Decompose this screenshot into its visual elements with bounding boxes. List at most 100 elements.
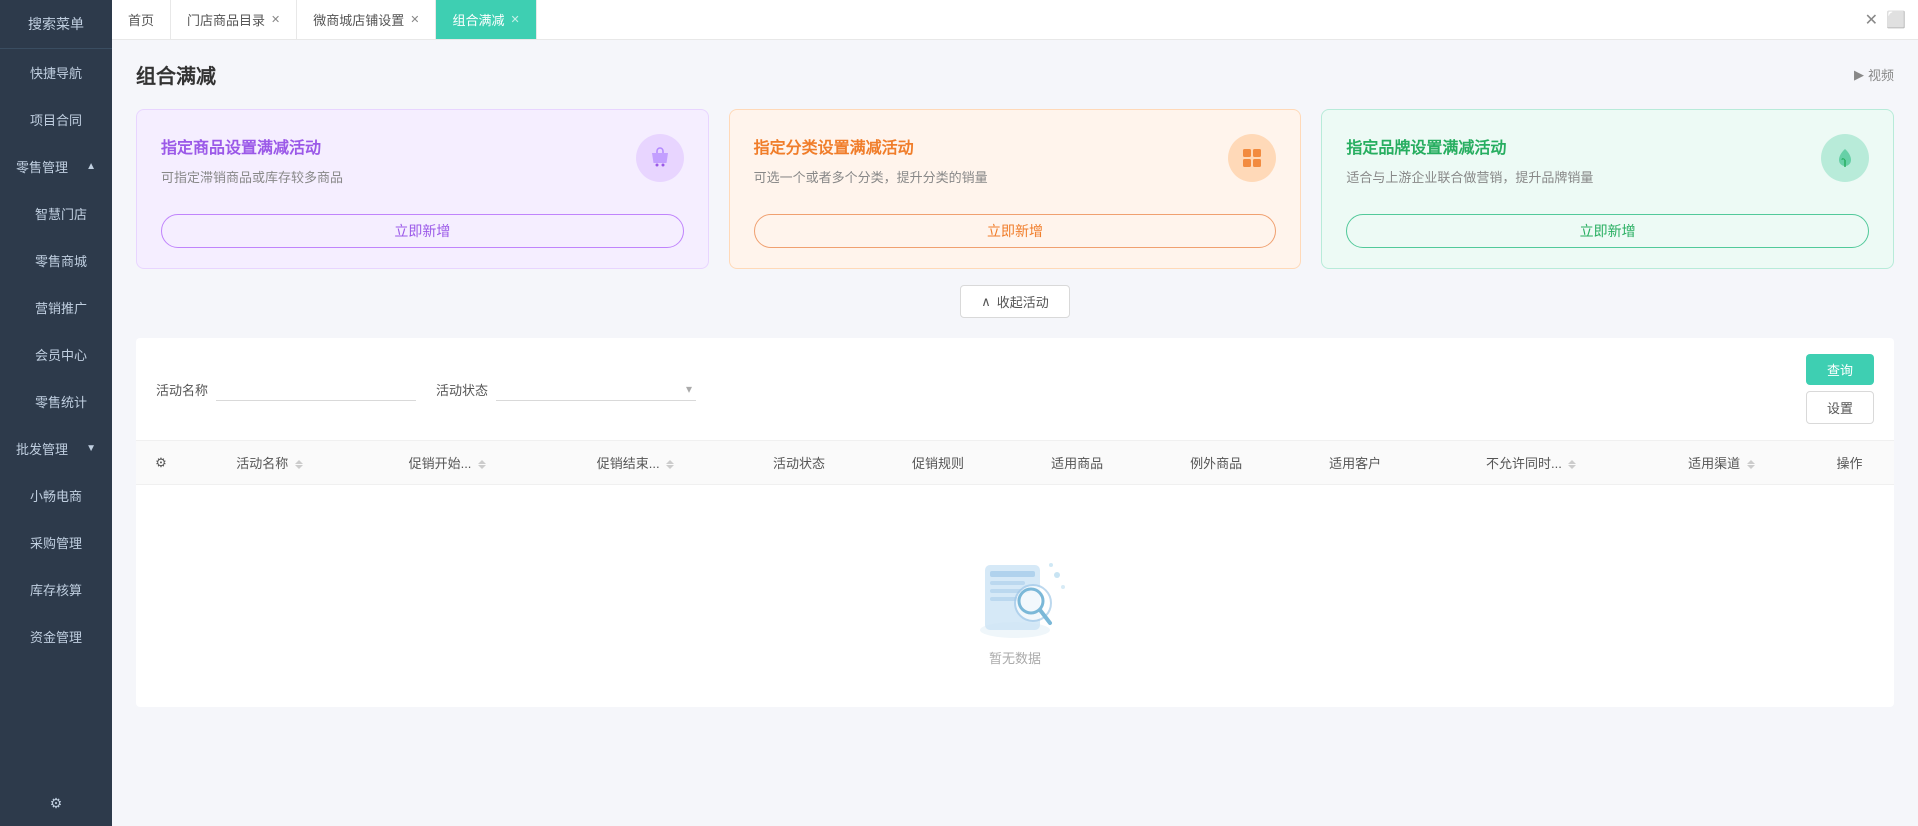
gear-icon: ⚙: [50, 795, 63, 811]
category-card-icon: [1228, 134, 1276, 182]
sidebar-item-retail-stats[interactable]: 零售统计: [0, 378, 112, 425]
tab-wechat-shop[interactable]: 微商城店铺设置 ✕: [297, 0, 436, 39]
brand-promo-card: 指定品牌设置满减活动 适合与上游企业联合做营销，提升品牌销量 立即新增: [1321, 109, 1894, 269]
sidebar-item-label: 采购管理: [30, 533, 82, 552]
product-card-desc: 可指定滞销商品或库存较多商品: [161, 168, 684, 198]
page-title: 组合满减: [136, 60, 216, 89]
tab-label: 门店商品目录: [187, 10, 265, 29]
col-end[interactable]: 促销结束...: [541, 441, 729, 485]
sidebar-item-xiaochangec[interactable]: 小畅电商: [0, 472, 112, 519]
col-no-overlap[interactable]: 不允许同时...: [1425, 441, 1638, 485]
brand-card-title: 指定品牌设置满减活动: [1346, 134, 1869, 158]
chevron-down-icon: ▼: [86, 443, 96, 454]
sort-icon: [1747, 460, 1755, 469]
sidebar-item-inventory-check[interactable]: 库存核算: [0, 566, 112, 613]
sidebar-item-wholesale-mgmt[interactable]: 批发管理 ▼: [0, 425, 112, 472]
col-name[interactable]: 活动名称: [186, 441, 353, 485]
sidebar-item-label: 资金管理: [30, 627, 82, 646]
tab-label: 首页: [128, 10, 154, 29]
status-select-wrapper: 进行中 已结束 未开始 ▾: [496, 377, 696, 401]
category-card-title: 指定分类设置满减活动: [754, 134, 1277, 158]
col-channel[interactable]: 适用渠道: [1638, 441, 1805, 485]
tab-home[interactable]: 首页: [112, 0, 171, 39]
name-filter: 活动名称: [156, 377, 416, 401]
tabbar: 首页 门店商品目录 ✕ 微商城店铺设置 ✕ 组合满减 ✕ ✕ ⬜: [112, 0, 1918, 40]
tab-combo-discount[interactable]: 组合满减 ✕: [436, 0, 536, 39]
tab-store-catalog[interactable]: 门店商品目录 ✕: [171, 0, 297, 39]
col-customer: 适用客户: [1286, 441, 1425, 485]
collapse-label: 收起活动: [997, 292, 1049, 311]
sidebar-item-label: 项目合同: [30, 110, 82, 129]
category-card-desc: 可选一个或者多个分类，提升分类的销量: [754, 168, 1277, 198]
collapse-activities-btn[interactable]: ∧ 收起活动: [960, 285, 1070, 318]
tab-label: 微商城店铺设置: [313, 10, 404, 29]
sidebar-search[interactable]: 搜索菜单: [0, 0, 112, 49]
status-filter-label: 活动状态: [436, 380, 488, 399]
sidebar-item-finance-mgmt[interactable]: 资金管理: [0, 613, 112, 660]
col-settings[interactable]: ⚙: [136, 441, 186, 485]
sidebar-item-label: 批发管理: [16, 439, 68, 458]
promo-cards: 指定商品设置满减活动 可指定滞销商品或库存较多商品 立即新增 指定分类设置满减活…: [136, 109, 1894, 269]
sort-icon: [295, 460, 303, 469]
empty-illustration: [955, 545, 1075, 645]
sidebar-item-label: 零售商城: [35, 251, 87, 270]
col-rule: 促销规则: [869, 441, 1008, 485]
name-filter-input[interactable]: [216, 377, 416, 401]
sidebar-item-label: 会员中心: [35, 345, 87, 364]
sidebar-item-smart-store[interactable]: 智慧门店: [0, 190, 112, 237]
sidebar-item-label: 库存核算: [30, 580, 82, 599]
sidebar-item-label: 零售统计: [35, 392, 87, 411]
sidebar-item-label: 营销推广: [35, 298, 87, 317]
chevron-up-icon: ▲: [86, 161, 96, 172]
data-table: ⚙ 活动名称 促销开始...: [136, 441, 1894, 707]
settings-button[interactable]: 设置: [1806, 391, 1874, 424]
col-action: 操作: [1805, 441, 1894, 485]
brand-card-add-btn[interactable]: 立即新增: [1346, 214, 1869, 248]
sidebar-item-label: 快捷导航: [30, 63, 82, 82]
tab-close-icon[interactable]: ✕: [511, 13, 520, 26]
tab-close-icon[interactable]: ✕: [271, 13, 280, 26]
sidebar-item-label: 小畅电商: [30, 486, 82, 505]
sidebar-item-member-center[interactable]: 会员中心: [0, 331, 112, 378]
sidebar: 搜索菜单 快捷导航 项目合同 零售管理 ▲ 智慧门店 零售商城 营销推广 会员中…: [0, 0, 112, 826]
status-filter: 活动状态 进行中 已结束 未开始 ▾: [436, 377, 696, 401]
tab-close-icon[interactable]: ✕: [410, 13, 419, 26]
empty-text: 暂无数据: [156, 648, 1874, 667]
collapse-bar: ∧ 收起活动: [136, 285, 1894, 318]
sidebar-settings[interactable]: ⚙: [0, 781, 112, 826]
sidebar-item-purchase-mgmt[interactable]: 采购管理: [0, 519, 112, 566]
tab-label: 组合满减: [452, 10, 504, 29]
sidebar-item-project-contract[interactable]: 项目合同: [0, 96, 112, 143]
tabbar-controls: ✕ ⬜: [1853, 0, 1918, 39]
col-status: 活动状态: [730, 441, 869, 485]
col-goods: 适用商品: [1008, 441, 1147, 485]
product-card-icon: [636, 134, 684, 182]
query-button[interactable]: 查询: [1806, 354, 1874, 385]
data-table-wrapper: ⚙ 活动名称 促销开始...: [136, 441, 1894, 707]
product-card-add-btn[interactable]: 立即新增: [161, 214, 684, 248]
collapse-icon: ∧: [981, 294, 991, 310]
table-empty-row: 暂无数据: [136, 485, 1894, 708]
sidebar-item-retail-mall[interactable]: 零售商城: [0, 237, 112, 284]
maximize-window-icon[interactable]: ⬜: [1886, 10, 1906, 30]
brand-card-icon: [1821, 134, 1869, 182]
close-window-icon[interactable]: ✕: [1865, 10, 1878, 30]
sidebar-item-quick-nav[interactable]: 快捷导航: [0, 49, 112, 96]
play-icon: ▶: [1854, 67, 1864, 83]
video-link[interactable]: ▶ 视频: [1854, 65, 1894, 84]
empty-state: 暂无数据: [136, 485, 1894, 707]
page-header: 组合满减 ▶ 视频: [136, 60, 1894, 89]
sidebar-item-retail-mgmt[interactable]: 零售管理 ▲: [0, 143, 112, 190]
sidebar-item-marketing[interactable]: 营销推广: [0, 284, 112, 331]
status-filter-select[interactable]: 进行中 已结束 未开始: [496, 377, 696, 401]
main-area: 首页 门店商品目录 ✕ 微商城店铺设置 ✕ 组合满减 ✕ ✕ ⬜ 组合满减 ▶ …: [112, 0, 1918, 826]
name-filter-label: 活动名称: [156, 380, 208, 399]
category-card-add-btn[interactable]: 立即新增: [754, 214, 1277, 248]
col-start[interactable]: 促销开始...: [353, 441, 541, 485]
filter-row: 活动名称 活动状态 进行中 已结束 未开始 ▾ 查询 设置: [136, 338, 1894, 441]
sort-icon: [666, 460, 674, 469]
col-exclude: 例外商品: [1147, 441, 1286, 485]
video-label: 视频: [1868, 65, 1894, 84]
sidebar-item-label: 零售管理: [16, 157, 68, 176]
product-promo-card: 指定商品设置满减活动 可指定滞销商品或库存较多商品 立即新增: [136, 109, 709, 269]
